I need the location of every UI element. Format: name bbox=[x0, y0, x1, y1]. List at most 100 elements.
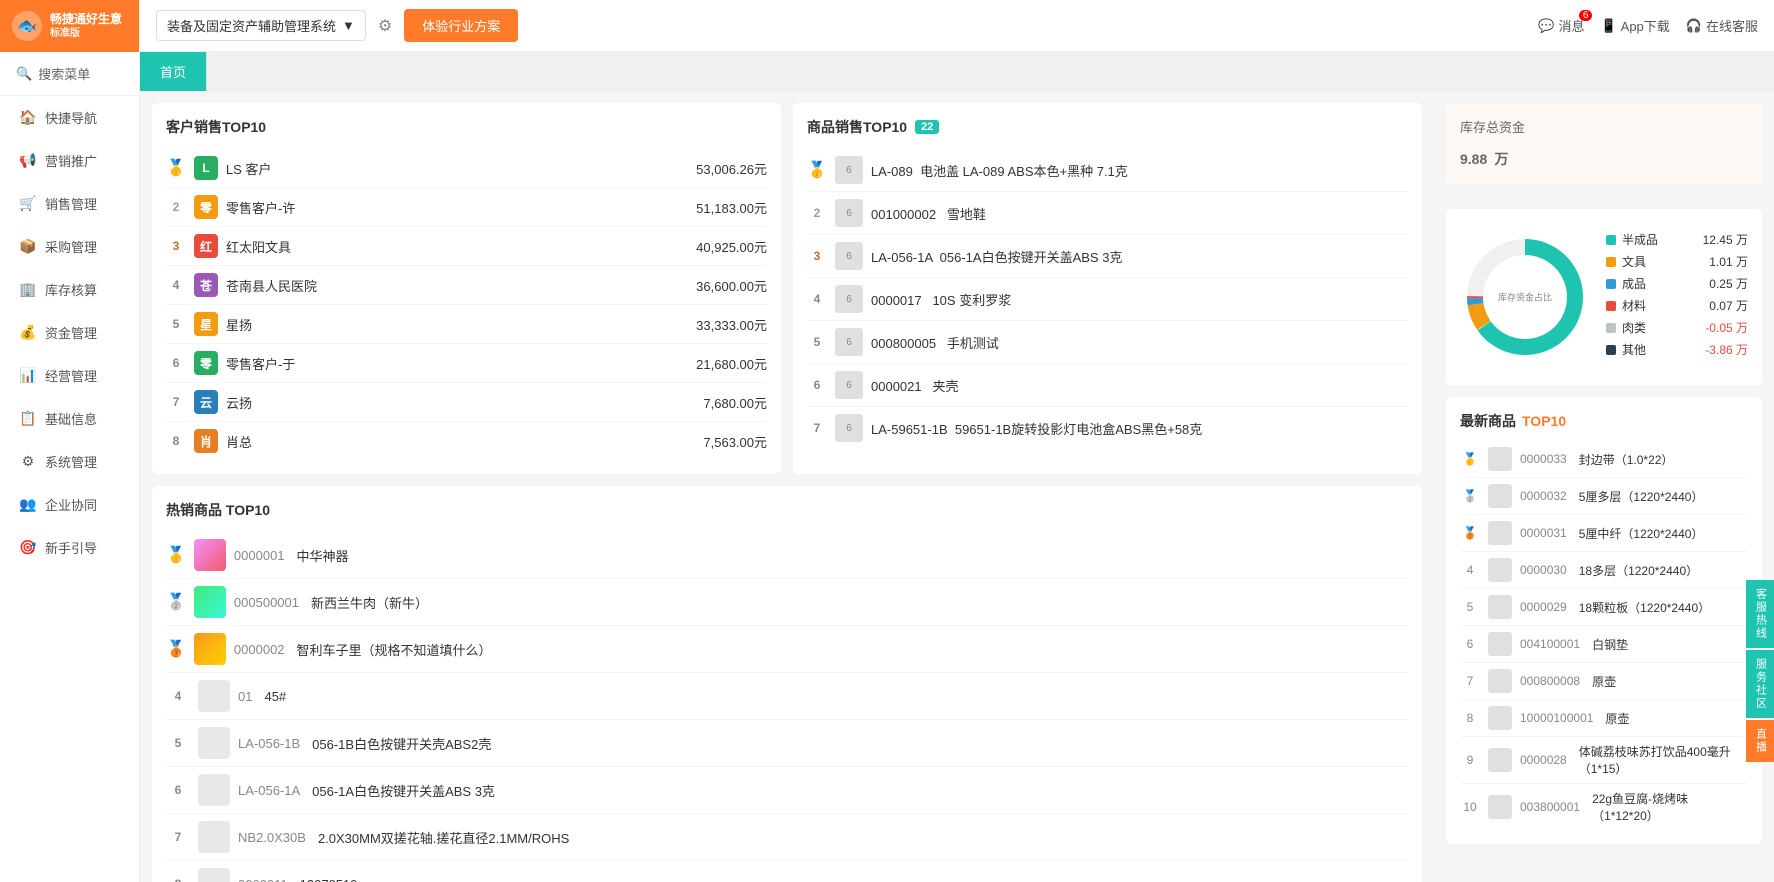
legend-color bbox=[1606, 323, 1616, 333]
newest-item: 9 0000028 体碱荔枝味苏打饮品400毫升（1*15） bbox=[1460, 737, 1748, 784]
product-rank-item: 🥇 6 LA-089 电池盖 LA-089 ABS本色+黑种 7.1克 bbox=[807, 149, 1408, 192]
cs-community-btn[interactable]: 服务社区 bbox=[1746, 650, 1774, 718]
sidebar-item-home[interactable]: 🏠 快捷导航 bbox=[0, 96, 139, 139]
product-sales-top10-card: 商品销售TOP10 22 🥇 6 LA-089 电池盖 LA-089 ABS本色… bbox=[793, 103, 1422, 474]
customer-value: 53,006.26元 bbox=[696, 159, 767, 178]
newest-item: 🥉 0000031 5厘中纤（1220*2440） bbox=[1460, 515, 1748, 552]
sidebar-item-inventory[interactable]: 🏢 库存核算 bbox=[0, 268, 139, 311]
sidebar-item-collaboration[interactable]: 👥 企业协同 bbox=[0, 483, 139, 526]
legend-item: 文具 1.01 万 bbox=[1606, 253, 1748, 270]
product-img bbox=[1488, 795, 1512, 819]
middle-column: 客户销售TOP10 🥇 L LS 客户 53,006.26元 2 零 bbox=[140, 91, 1434, 882]
rank-item: 3 红 红太阳文具 40,925.00元 bbox=[166, 227, 767, 266]
avatar: 云 bbox=[194, 390, 218, 414]
avatar: 肖 bbox=[194, 429, 218, 453]
legend-value: 1.01 万 bbox=[1709, 253, 1748, 270]
product-name: 智利车子里（规格不知道填什么） bbox=[297, 640, 1408, 659]
chart-center-label: 库存资金占比 bbox=[1498, 291, 1552, 304]
sidebar-item-label: 新手引导 bbox=[45, 538, 97, 557]
page-tabs: 首页 bbox=[140, 52, 1774, 91]
sidebar-item-label: 营销推广 bbox=[45, 151, 97, 170]
hot-product-item: 6 LA-056-1A 056-1A白色按键开关盖ABS 3克 bbox=[166, 767, 1408, 814]
product-name: 新西兰牛肉（新牛） bbox=[311, 593, 1408, 612]
collaboration-icon: 👥 bbox=[19, 496, 37, 513]
legend-item: 材料 0.07 万 bbox=[1606, 297, 1748, 314]
sidebar-item-label: 企业协同 bbox=[45, 495, 97, 514]
cs-desk-btn[interactable]: 直播 bbox=[1746, 720, 1774, 762]
legend-item: 半成品 12.45 万 bbox=[1606, 231, 1748, 248]
product-name: 原壶 bbox=[1605, 710, 1748, 727]
rank-item: 🥇 L LS 客户 53,006.26元 bbox=[166, 149, 767, 188]
newest-item: 8 10000100001 原壶 bbox=[1460, 700, 1748, 737]
hot-products-list: 🥇 0000001 中华神器 🥈 000500001 新西兰牛肉（新牛） 🥉 bbox=[166, 532, 1408, 882]
app-download-btn[interactable]: 📱 App下载 bbox=[1600, 16, 1669, 35]
newest-item: 10 003800001 22g鱼豆腐-烧烤味（1*12*20） bbox=[1460, 784, 1748, 830]
trial-button[interactable]: 体验行业方案 bbox=[404, 9, 518, 42]
tab-home[interactable]: 首页 bbox=[140, 52, 207, 91]
online-service-btn[interactable]: 🎧 在线客服 bbox=[1686, 16, 1758, 35]
rank-number: 7 bbox=[1460, 674, 1480, 688]
rank-item: 8 肖 肖总 7,563.00元 bbox=[166, 422, 767, 460]
hot-products-title: 热销商品 TOP10 bbox=[166, 500, 1408, 520]
sidebar-item-finance[interactable]: 💰 资金管理 bbox=[0, 311, 139, 354]
customer-name: 云扬 bbox=[226, 393, 695, 412]
settings-icon[interactable]: ⚙ bbox=[378, 16, 392, 36]
messages-btn[interactable]: 💬 消息 6 bbox=[1538, 16, 1584, 35]
guide-icon: 🎯 bbox=[19, 539, 37, 556]
legend-name: 成品 bbox=[1622, 275, 1703, 292]
topbar-right: 💬 消息 6 📱 App下载 🎧 在线客服 bbox=[1538, 16, 1758, 35]
customer-top10-card: 客户销售TOP10 🥇 L LS 客户 53,006.26元 2 零 bbox=[152, 103, 781, 474]
sidebar-item-purchase[interactable]: 📦 采购管理 bbox=[0, 225, 139, 268]
rank-number: 4 bbox=[166, 689, 190, 703]
product-code: 000800008 bbox=[1520, 674, 1580, 688]
rank-number: 7 bbox=[166, 395, 186, 409]
sidebar-item-marketing[interactable]: 📢 营销推广 bbox=[0, 139, 139, 182]
rank-number: 9 bbox=[1460, 753, 1480, 767]
sidebar-item-guide[interactable]: 🎯 新手引导 bbox=[0, 526, 139, 569]
product-img: 6 bbox=[835, 285, 863, 313]
rank-number: 5 bbox=[807, 335, 827, 349]
hot-product-item: 7 NB2.0X30B 2.0X30MM双搓花轴.搓花直径2.1MM/ROHS bbox=[166, 814, 1408, 861]
product-name: 5厘中纤（1220*2440） bbox=[1579, 525, 1748, 542]
product-name: 45# bbox=[264, 689, 1408, 704]
product-code: 0000030 bbox=[1520, 563, 1567, 577]
product-rank-item: 5 6 000800005 手机测试 bbox=[807, 321, 1408, 364]
medal-icon: 🥇 bbox=[166, 158, 186, 178]
product-code: 01 bbox=[238, 689, 252, 704]
search-icon: 🔍 bbox=[16, 66, 32, 82]
customer-value: 21,680.00元 bbox=[696, 354, 767, 373]
sidebar-item-sales[interactable]: 🛒 销售管理 bbox=[0, 182, 139, 225]
app-logo: 🐟 畅捷通好生意 标准版 bbox=[0, 0, 139, 52]
purchase-icon: 📦 bbox=[19, 238, 37, 255]
cs-hotline-btn[interactable]: 客服热线 bbox=[1746, 580, 1774, 648]
medal-icon: 🥈 bbox=[166, 592, 186, 612]
product-code: 004100001 bbox=[1520, 637, 1580, 651]
customer-value: 7,680.00元 bbox=[703, 393, 767, 412]
product-code: 000500001 bbox=[234, 595, 299, 610]
product-img bbox=[198, 680, 230, 712]
search-label: 搜索菜单 bbox=[38, 64, 90, 83]
system-select[interactable]: 装备及固定资产辅助管理系统 ▼ bbox=[156, 10, 366, 41]
product-img bbox=[198, 868, 230, 882]
sales-icon: 🛒 bbox=[19, 195, 37, 212]
newest-products-card: 最新商品 TOP10 🥇 0000033 封边带（1.0*22） 🥈 00000… bbox=[1446, 397, 1762, 844]
search-menu-btn[interactable]: 🔍 搜索菜单 bbox=[10, 60, 129, 87]
sidebar-item-operations[interactable]: 📊 经营管理 bbox=[0, 354, 139, 397]
sidebar-item-basics[interactable]: 📋 基础信息 bbox=[0, 397, 139, 440]
product-name: 封边带（1.0*22） bbox=[1579, 451, 1748, 468]
newest-item: 7 000800008 原壶 bbox=[1460, 663, 1748, 700]
sidebar-item-system[interactable]: ⚙ 系统管理 bbox=[0, 440, 139, 483]
customer-value: 40,925.00元 bbox=[696, 237, 767, 256]
customer-rank-list: 🥇 L LS 客户 53,006.26元 2 零 零售客户-许 51,183.0… bbox=[166, 149, 767, 460]
app-name: 畅捷通好生意 bbox=[50, 12, 122, 28]
legend-value: 0.25 万 bbox=[1709, 275, 1748, 292]
newest-item: 6 004100001 白钢垫 bbox=[1460, 626, 1748, 663]
rank-number: 8 bbox=[166, 434, 186, 448]
desk-label: 直播 bbox=[1755, 728, 1766, 754]
rank-number: 6 bbox=[1460, 637, 1480, 651]
product-name: 000800005 手机测试 bbox=[871, 333, 1408, 352]
product-img: 6 bbox=[835, 328, 863, 356]
community-label: 服务社区 bbox=[1755, 658, 1766, 710]
rank-number: 10 bbox=[1460, 800, 1480, 814]
product-img bbox=[1488, 748, 1512, 772]
